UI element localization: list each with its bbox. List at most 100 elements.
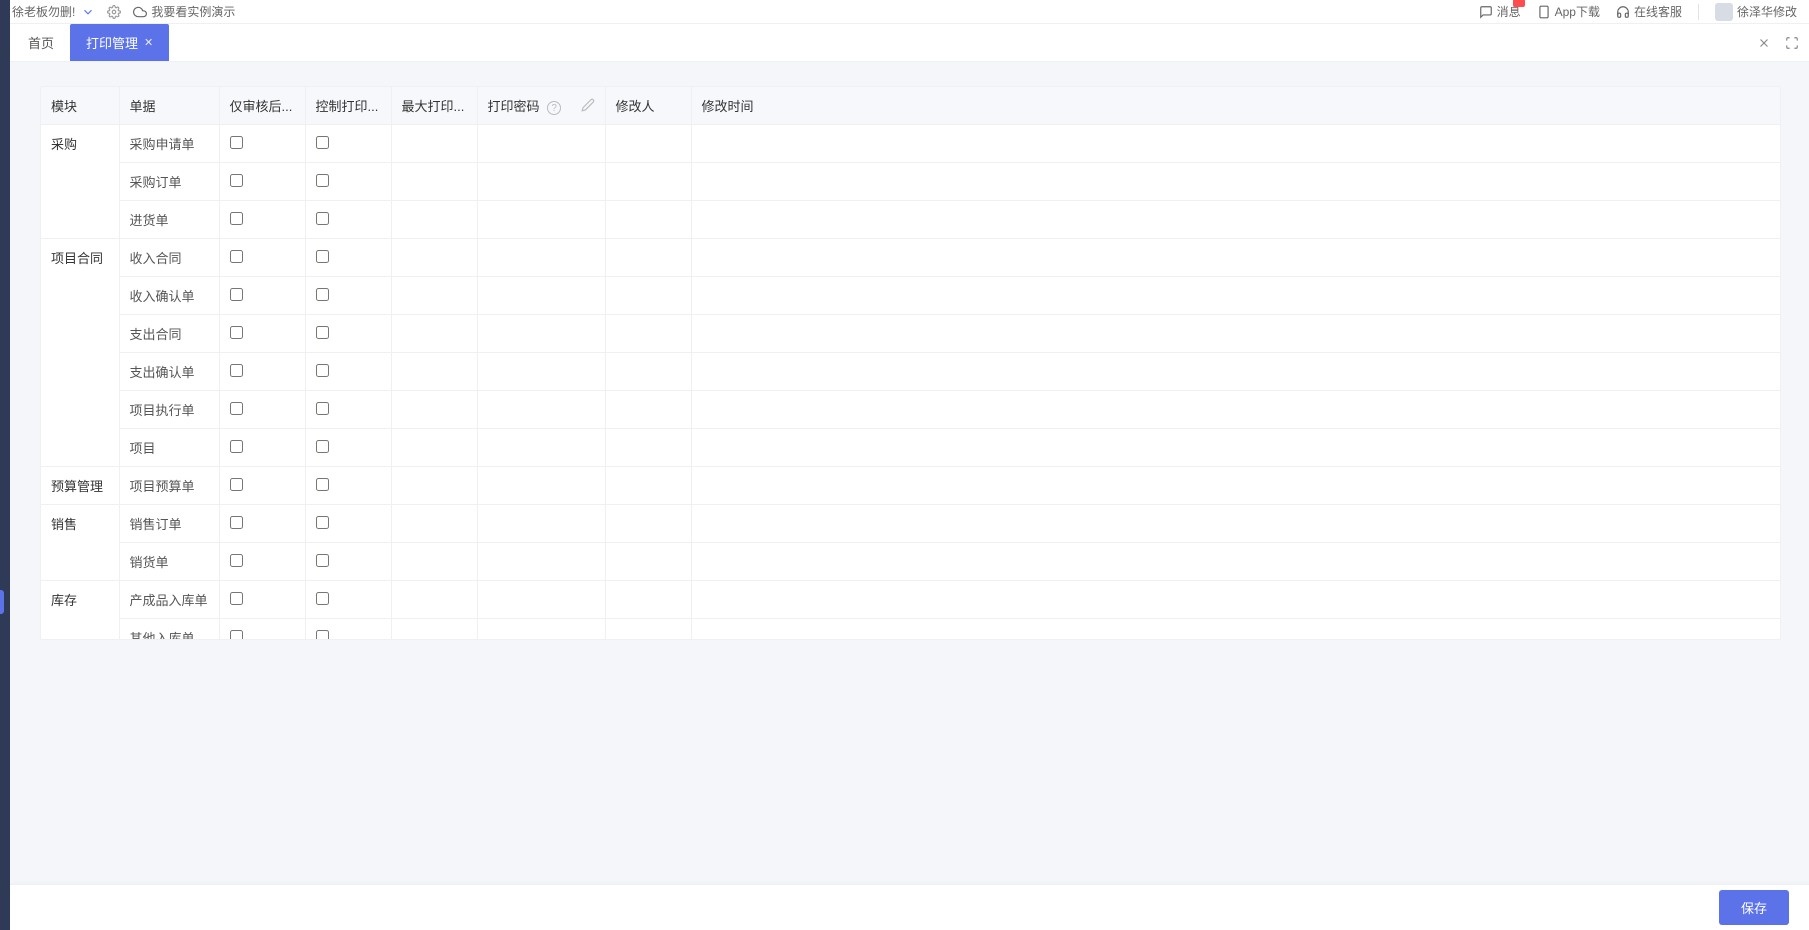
edit-pencil-icon[interactable] [581,96,595,112]
messages-link[interactable]: 消息 [1479,3,1521,20]
checkbox-control-print[interactable] [316,630,329,640]
checkbox-control-print[interactable] [316,174,329,187]
cell-control-print [305,353,391,391]
cell-max-print[interactable] [391,315,477,353]
cell-max-print[interactable] [391,391,477,429]
cell-modify-time [691,391,1780,429]
checkbox-audit-only[interactable] [230,516,243,529]
cell-max-print[interactable] [391,353,477,391]
tab-print-management[interactable]: 打印管理 ✕ [70,24,169,61]
cell-print-password[interactable] [477,201,605,239]
cell-print-password[interactable] [477,239,605,277]
cell-modifier [605,543,691,581]
online-service-link[interactable]: 在线客服 [1616,3,1682,20]
demo-link[interactable]: 我要看实例演示 [133,3,235,20]
gear-icon[interactable] [107,4,121,19]
checkbox-audit-only[interactable] [230,478,243,491]
cell-control-print [305,505,391,543]
checkbox-audit-only[interactable] [230,364,243,377]
table-row: 项目 [41,429,1780,467]
cell-print-password[interactable] [477,391,605,429]
cell-print-password[interactable] [477,277,605,315]
save-button[interactable]: 保存 [1719,890,1789,925]
table-row: 采购订单 [41,163,1780,201]
checkbox-audit-only[interactable] [230,630,243,640]
tab-home[interactable]: 首页 [12,24,70,61]
checkbox-control-print[interactable] [316,288,329,301]
checkbox-control-print[interactable] [316,212,329,225]
checkbox-audit-only[interactable] [230,326,243,339]
cell-max-print[interactable] [391,201,477,239]
cell-print-password[interactable] [477,429,605,467]
help-icon[interactable]: ? [547,101,561,115]
cell-document: 支出合同 [119,315,219,353]
checkbox-audit-only[interactable] [230,136,243,149]
cell-max-print[interactable] [391,429,477,467]
cell-max-print[interactable] [391,543,477,581]
cell-print-password[interactable] [477,163,605,201]
cell-max-print[interactable] [391,619,477,640]
table-row: 采购采购申请单 [41,125,1780,163]
cell-max-print[interactable] [391,239,477,277]
cell-modifier [605,239,691,277]
cell-print-password[interactable] [477,125,605,163]
fullscreen-icon[interactable] [1785,35,1799,51]
checkbox-audit-only[interactable] [230,554,243,567]
cell-module: 销售 [41,505,119,581]
cell-print-password[interactable] [477,619,605,640]
app-download-link[interactable]: App下载 [1537,3,1600,20]
cell-print-password[interactable] [477,315,605,353]
checkbox-control-print[interactable] [316,478,329,491]
cell-control-print [305,239,391,277]
table-row: 预算管理项目预算单 [41,467,1780,505]
cell-modify-time [691,353,1780,391]
close-icon[interactable]: ✕ [144,36,153,49]
checkbox-control-print[interactable] [316,516,329,529]
cell-document: 采购订单 [119,163,219,201]
checkbox-control-print[interactable] [316,440,329,453]
cell-document: 销货单 [119,543,219,581]
checkbox-audit-only[interactable] [230,592,243,605]
cell-modifier [605,581,691,619]
checkbox-control-print[interactable] [316,326,329,339]
cell-max-print[interactable] [391,467,477,505]
table-scroll[interactable]: 模块 单据 仅审核后... 控制打印... 最大打印... 打印密码 ? [41,87,1780,639]
checkbox-control-print[interactable] [316,554,329,567]
cell-max-print[interactable] [391,163,477,201]
checkbox-audit-only[interactable] [230,174,243,187]
cell-modify-time [691,163,1780,201]
cell-module: 预算管理 [41,467,119,505]
cell-print-password[interactable] [477,581,605,619]
checkbox-control-print[interactable] [316,250,329,263]
cell-modifier [605,201,691,239]
checkbox-control-print[interactable] [316,364,329,377]
footer-bar: 保存 [10,884,1809,930]
checkbox-audit-only[interactable] [230,288,243,301]
cell-print-password[interactable] [477,353,605,391]
cell-max-print[interactable] [391,277,477,315]
org-selector[interactable]: 徐老板勿删! [12,3,95,20]
checkbox-audit-only[interactable] [230,402,243,415]
table-row: 项目执行单 [41,391,1780,429]
checkbox-audit-only[interactable] [230,250,243,263]
cell-print-password[interactable] [477,543,605,581]
checkbox-audit-only[interactable] [230,212,243,225]
close-all-tabs-icon[interactable] [1757,35,1771,51]
cell-modify-time [691,429,1780,467]
cell-print-password[interactable] [477,505,605,543]
col-header-control-print: 控制打印... [305,87,391,125]
cell-modify-time [691,239,1780,277]
cell-modifier [605,619,691,640]
cell-max-print[interactable] [391,125,477,163]
cell-print-password[interactable] [477,467,605,505]
checkbox-control-print[interactable] [316,592,329,605]
checkbox-control-print[interactable] [316,402,329,415]
user-menu[interactable]: 徐泽华修改 [1715,3,1797,21]
cell-max-print[interactable] [391,581,477,619]
checkbox-control-print[interactable] [316,136,329,149]
sidebar-collapsed[interactable] [0,0,10,930]
col-header-print-password: 打印密码 ? [477,87,605,125]
checkbox-audit-only[interactable] [230,440,243,453]
cell-max-print[interactable] [391,505,477,543]
cell-document: 收入确认单 [119,277,219,315]
